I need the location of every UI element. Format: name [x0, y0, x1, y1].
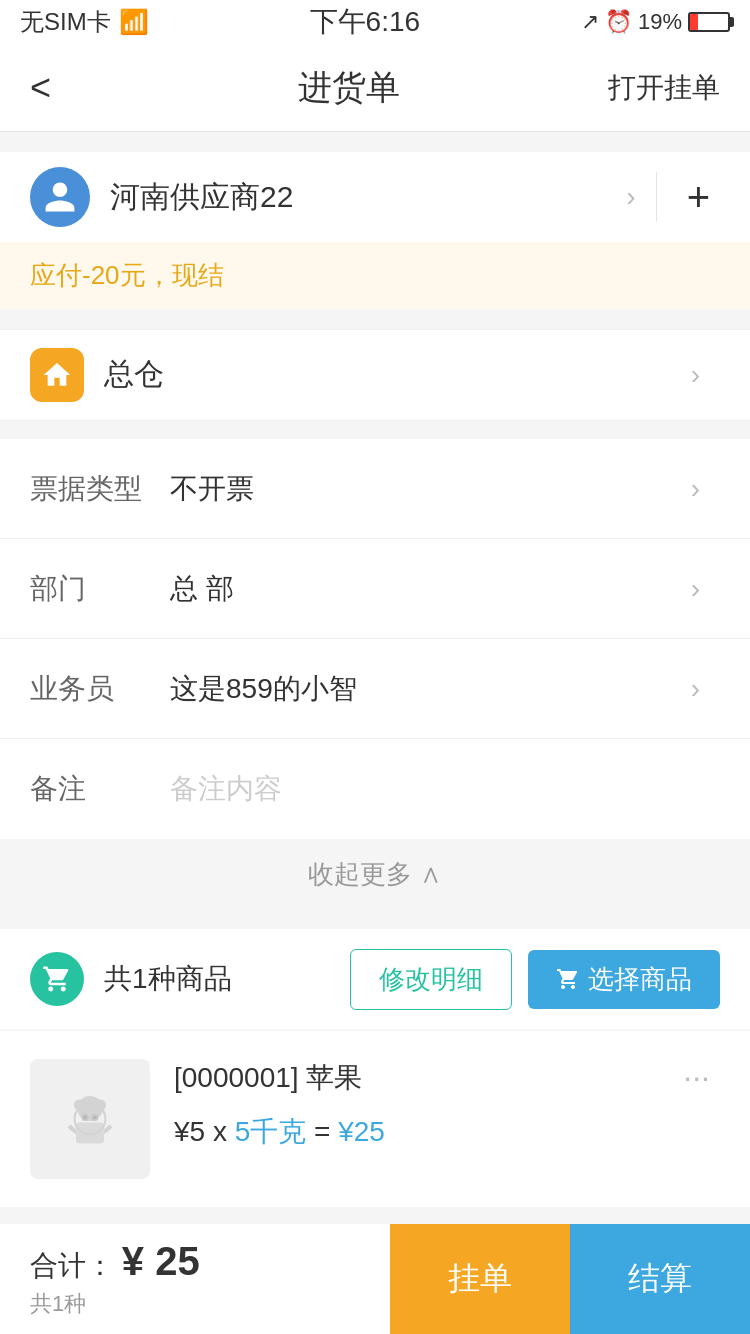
product-placeholder-icon: [55, 1084, 125, 1154]
battery-icon: [688, 12, 730, 32]
remark-row[interactable]: 备注 备注内容: [0, 739, 750, 839]
checkout-label: 结算: [628, 1257, 692, 1301]
form-section: 票据类型 不开票 › 部门 总 部 › 业务员 这是859的小智 › 备注 备注…: [0, 439, 750, 839]
home-icon: [41, 359, 73, 391]
supplier-chevron-icon: ›: [626, 181, 635, 213]
product-multiply: x: [213, 1116, 235, 1147]
invoice-chevron-icon: ›: [691, 473, 700, 505]
product-total: ¥25: [338, 1116, 385, 1147]
status-left: 无SIM卡 📶: [20, 6, 149, 38]
product-header: 共1种商品 修改明细 选择商品: [0, 929, 750, 1029]
svg-rect-3: [76, 1123, 104, 1144]
select-product-icon: [556, 967, 580, 991]
suspend-label: 挂单: [448, 1257, 512, 1301]
product-icon: [30, 952, 84, 1006]
department-value: 总 部: [150, 570, 691, 608]
status-time: 下午6:16: [310, 3, 421, 41]
vertical-divider: [656, 172, 657, 222]
invoice-type-row[interactable]: 票据类型 不开票 ›: [0, 439, 750, 539]
warehouse-section: 总仓 ›: [0, 329, 750, 419]
total-section: 合计： ¥ 25 共1种: [0, 1239, 390, 1319]
product-quantity: 5千克: [235, 1116, 307, 1147]
invoice-type-label: 票据类型: [30, 470, 150, 508]
svg-point-8: [94, 1116, 97, 1119]
supplier-section: 河南供应商22 › + 应付-20元，现结: [0, 152, 750, 309]
product-info: [0000001] 苹果 ¥5 x 5千克 = ¥25: [174, 1059, 673, 1151]
product-unit-price: ¥5: [174, 1116, 205, 1147]
salesperson-chevron-icon: ›: [691, 673, 700, 705]
wifi-icon: 📶: [119, 8, 149, 36]
divider-2: [0, 309, 750, 329]
status-bar: 无SIM卡 📶 下午6:16 ↗ ⏰ 19%: [0, 0, 750, 44]
svg-point-7: [84, 1116, 87, 1119]
remark-placeholder[interactable]: 备注内容: [150, 770, 720, 808]
collapse-bar[interactable]: 收起更多 ∧: [0, 839, 750, 909]
product-equals: =: [314, 1116, 338, 1147]
invoice-type-value: 不开票: [150, 470, 691, 508]
edit-detail-button[interactable]: 修改明细: [350, 949, 512, 1010]
department-label: 部门: [30, 570, 150, 608]
nav-bar: < 进货单 打开挂单: [0, 44, 750, 132]
open-pending-button[interactable]: 打开挂单: [608, 69, 720, 107]
collapse-label: 收起更多 ∧: [308, 857, 441, 892]
status-right: ↗ ⏰ 19%: [581, 9, 730, 35]
product-thumbnail: [30, 1059, 150, 1179]
warehouse-icon: [30, 348, 84, 402]
warehouse-name: 总仓: [104, 354, 691, 395]
product-more-button[interactable]: ···: [673, 1059, 720, 1096]
divider-1: [0, 132, 750, 152]
supplier-avatar: [30, 167, 90, 227]
product-name: [0000001] 苹果: [174, 1059, 673, 1097]
department-row[interactable]: 部门 总 部 ›: [0, 539, 750, 639]
alarm-icon: ⏰: [605, 9, 632, 35]
bottom-bar: 合计： ¥ 25 共1种 挂单 结算: [0, 1224, 750, 1334]
salesperson-label: 业务员: [30, 670, 150, 708]
carrier-label: 无SIM卡: [20, 6, 111, 38]
suspend-button[interactable]: 挂单: [390, 1224, 570, 1334]
product-price: ¥5 x 5千克 = ¥25: [174, 1113, 673, 1151]
salesperson-value: 这是859的小智: [150, 670, 691, 708]
select-product-button[interactable]: 选择商品: [528, 950, 720, 1009]
total-row: 合计： ¥ 25: [30, 1239, 360, 1285]
location-icon: ↗: [581, 9, 599, 35]
add-supplier-button[interactable]: +: [677, 175, 720, 220]
product-item: [0000001] 苹果 ¥5 x 5千克 = ¥25 ···: [0, 1031, 750, 1207]
salesperson-row[interactable]: 业务员 这是859的小智 ›: [0, 639, 750, 739]
supplier-notice: 应付-20元，现结: [0, 242, 750, 309]
person-icon: [42, 179, 78, 215]
remark-label: 备注: [30, 770, 150, 808]
select-product-label: 选择商品: [588, 962, 692, 997]
battery-percent: 19%: [638, 9, 682, 35]
total-count: 共1种: [30, 1289, 360, 1319]
warehouse-chevron-icon: ›: [691, 359, 700, 391]
total-amount: ¥ 25: [122, 1239, 200, 1283]
supplier-row: 河南供应商22 › +: [0, 152, 750, 242]
supplier-name[interactable]: 河南供应商22: [110, 177, 626, 218]
cart-icon: [42, 964, 72, 994]
product-count: 共1种商品: [104, 960, 350, 998]
total-label: 合计：: [30, 1250, 114, 1281]
department-chevron-icon: ›: [691, 573, 700, 605]
checkout-button[interactable]: 结算: [570, 1224, 750, 1334]
back-button[interactable]: <: [30, 67, 90, 109]
page-title: 进货单: [298, 65, 400, 111]
warehouse-row[interactable]: 总仓 ›: [0, 329, 750, 419]
